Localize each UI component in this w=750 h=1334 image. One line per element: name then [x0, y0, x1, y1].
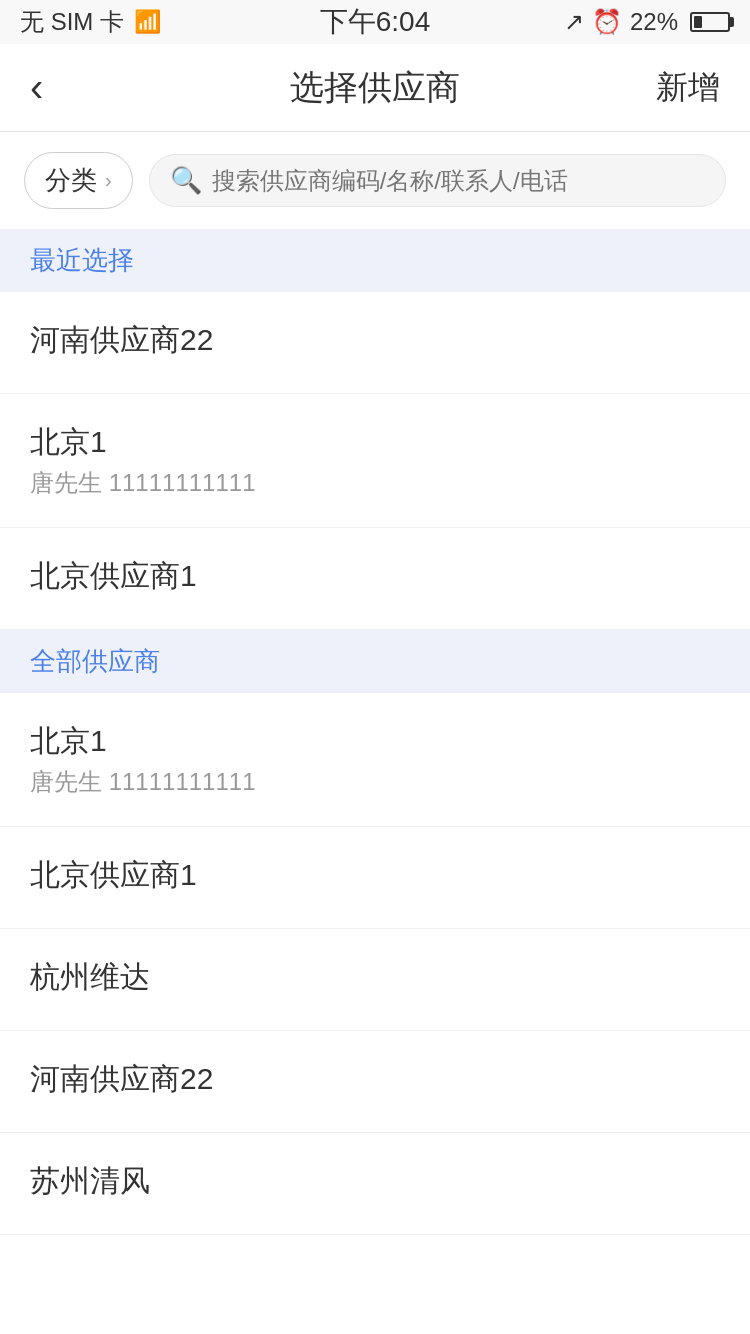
list-item[interactable]: 北京1 唐先生 11111111111	[0, 394, 750, 528]
battery-text: 22%	[630, 8, 678, 36]
item-detail: 唐先生 11111111111	[30, 467, 720, 499]
page-title: 选择供应商	[290, 65, 460, 111]
nav-bar: ‹ 选择供应商 新增	[0, 44, 750, 132]
list-item[interactable]: 北京1 唐先生 11111111111	[0, 693, 750, 827]
item-detail: 唐先生 11111111111	[30, 766, 720, 798]
search-input[interactable]	[212, 167, 705, 195]
chevron-right-icon: ›	[105, 169, 112, 192]
status-bar: 无 SIM 卡 📶 下午6:04 ↗ ⏰ 22%	[0, 0, 750, 44]
item-name: 河南供应商22	[30, 320, 720, 361]
filter-bar: 分类 › 🔍	[0, 132, 750, 229]
status-right: ↗ ⏰ 22%	[564, 8, 730, 36]
list-item[interactable]: 北京供应商1	[0, 827, 750, 929]
all-items-list: 北京1 唐先生 11111111111 北京供应商1 杭州维达河南供应商22 苏州清风	[0, 693, 750, 1235]
recent-section-header: 最近选择	[0, 229, 750, 292]
item-name: 北京1	[30, 721, 720, 762]
item-name: 北京供应商1	[30, 556, 720, 597]
back-button[interactable]: ‹	[20, 55, 53, 120]
all-section-label: 全部供应商	[30, 646, 160, 676]
status-left: 无 SIM 卡 📶	[20, 6, 161, 38]
item-name: 北京1	[30, 422, 720, 463]
location-icon: ↗	[564, 8, 584, 36]
category-label: 分类	[45, 163, 97, 198]
item-name: 杭州维达	[30, 957, 720, 998]
status-time: 下午6:04	[320, 3, 431, 41]
list-item[interactable]: 杭州维达	[0, 929, 750, 1031]
list-item[interactable]: 北京供应商1	[0, 528, 750, 630]
carrier-text: 无 SIM 卡	[20, 6, 124, 38]
all-section-header: 全部供应商	[0, 630, 750, 693]
battery-icon	[690, 12, 730, 32]
list-item[interactable]: 河南供应商22	[0, 1031, 750, 1133]
item-name: 北京供应商1	[30, 855, 720, 896]
list-item[interactable]: 苏州清风	[0, 1133, 750, 1235]
search-box: 🔍	[149, 154, 726, 207]
list-item[interactable]: 河南供应商22	[0, 292, 750, 394]
search-icon: 🔍	[170, 165, 202, 196]
item-name: 苏州清风	[30, 1161, 720, 1202]
category-button[interactable]: 分类 ›	[24, 152, 133, 209]
add-button[interactable]: 新增	[656, 66, 720, 110]
recent-section-label: 最近选择	[30, 245, 134, 275]
item-name: 河南供应商22	[30, 1059, 720, 1100]
recent-items-list: 河南供应商22 北京1 唐先生 11111111111 北京供应商1	[0, 292, 750, 630]
wifi-icon: 📶	[134, 9, 161, 35]
alarm-icon: ⏰	[592, 8, 622, 36]
